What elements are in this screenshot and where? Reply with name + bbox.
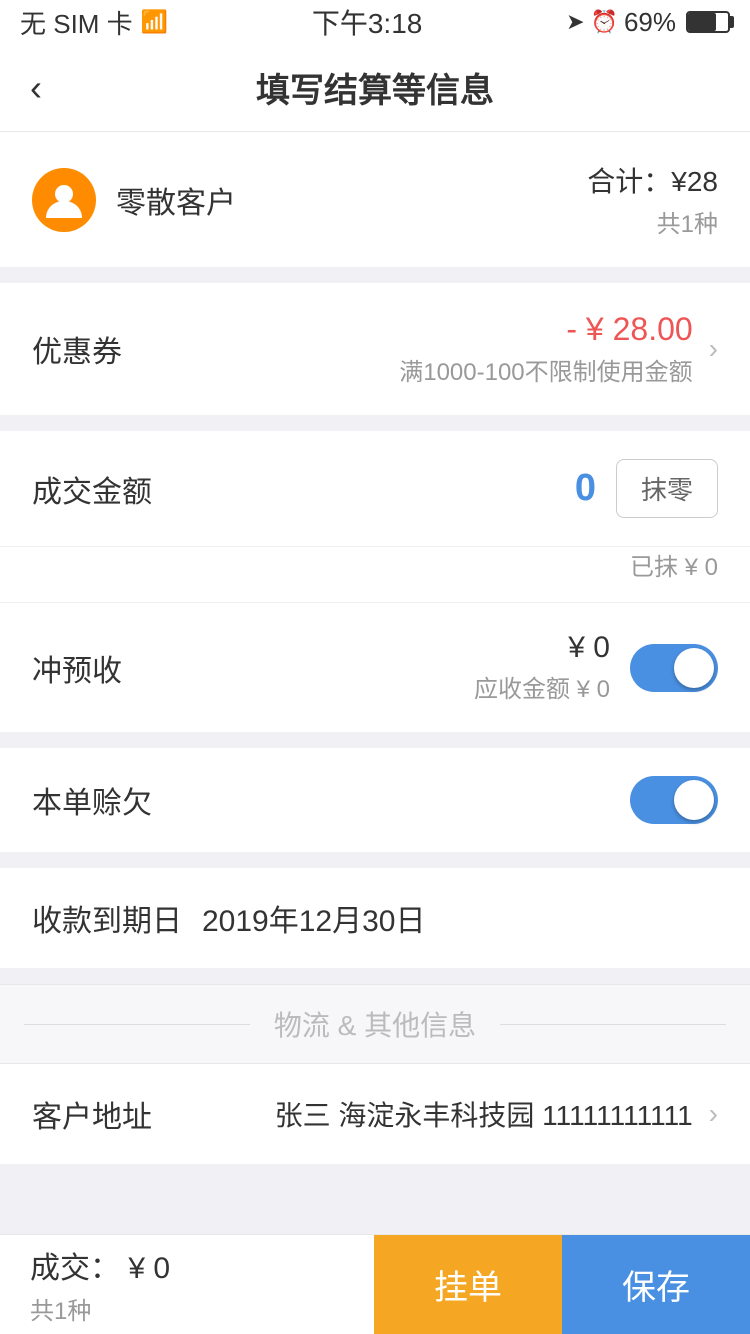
bottom-info: 成交： ¥ 0 共1种 bbox=[0, 1235, 374, 1334]
status-right: ➤ ⏰ 69% bbox=[566, 7, 730, 38]
bottom-bar: 成交： ¥ 0 共1种 挂单 保存 bbox=[0, 1234, 750, 1334]
page-title: 填写结算等信息 bbox=[256, 63, 494, 112]
advance-value-wrap: ¥ 0 应收金额 ¥ 0 bbox=[474, 631, 610, 704]
advance-row: 冲预收 ¥ 0 应收金额 ¥ 0 bbox=[0, 602, 750, 732]
due-date-label: 收款到期日 bbox=[32, 896, 182, 940]
due-date-section: 收款到期日 2019年12月30日 bbox=[0, 868, 750, 968]
status-left: 无 SIM 卡 📶 bbox=[20, 4, 168, 41]
debt-section: 本单赊欠 bbox=[0, 748, 750, 852]
hang-button[interactable]: 挂单 bbox=[374, 1235, 562, 1334]
customer-total: 合计：¥28 bbox=[587, 160, 718, 200]
battery-fill bbox=[688, 13, 716, 31]
round-button[interactable]: 抹零 bbox=[616, 459, 718, 518]
main-content: 零散客户 合计：¥28 共1种 优惠券 - ¥ 28.00 满1000-100不… bbox=[0, 132, 750, 1324]
coupon-card: 优惠券 - ¥ 28.00 满1000-100不限制使用金额 › bbox=[0, 283, 750, 415]
status-bar: 无 SIM 卡 📶 下午3:18 ➤ ⏰ 69% bbox=[0, 0, 750, 44]
battery-icon bbox=[686, 11, 730, 33]
coupon-label: 优惠券 bbox=[32, 327, 122, 371]
address-right: 张三 海淀永丰科技园 11111111111 › bbox=[152, 1094, 718, 1134]
wifi-icon: 📶 bbox=[141, 9, 168, 35]
alarm-icon: ⏰ bbox=[591, 9, 618, 35]
advance-right: ¥ 0 应收金额 ¥ 0 bbox=[474, 631, 718, 704]
gps-icon: ➤ bbox=[566, 9, 584, 35]
address-label: 客户地址 bbox=[32, 1092, 152, 1136]
deal-amount-label: 成交金额 bbox=[32, 467, 152, 511]
customer-name: 零散客户 bbox=[116, 178, 236, 222]
section-divider-text: 物流 & 其他信息 bbox=[274, 1004, 476, 1044]
customer-row: 零散客户 合计：¥28 共1种 bbox=[0, 132, 750, 267]
bottom-deal-value: ¥ 0 bbox=[128, 1252, 170, 1285]
deal-right: 0 抹零 bbox=[575, 459, 718, 518]
customer-left: 零散客户 bbox=[32, 168, 236, 232]
avatar bbox=[32, 168, 96, 232]
customer-total-wrap: 合计：¥28 共1种 bbox=[587, 160, 718, 239]
deal-section: 成交金额 0 抹零 已抹 ¥ 0 冲预收 ¥ 0 应收金额 ¥ 0 bbox=[0, 431, 750, 732]
deal-sub-row: 已抹 ¥ 0 bbox=[0, 547, 750, 602]
battery-percent: 69% bbox=[624, 7, 676, 38]
address-row[interactable]: 客户地址 张三 海淀永丰科技园 11111111111 › bbox=[0, 1064, 750, 1164]
debt-label: 本单赊欠 bbox=[32, 778, 152, 822]
address-section: 客户地址 张三 海淀永丰科技园 11111111111 › bbox=[0, 1064, 750, 1164]
address-chevron-icon: › bbox=[709, 1098, 718, 1130]
deal-rounded-text: 已抹 ¥ 0 bbox=[630, 554, 718, 581]
toggle-circle bbox=[674, 648, 714, 688]
carrier-label: 无 SIM 卡 bbox=[20, 4, 133, 41]
status-time: 下午3:18 bbox=[312, 2, 423, 42]
deal-amount-row: 成交金额 0 抹零 bbox=[0, 431, 750, 547]
customer-count: 共1种 bbox=[587, 204, 718, 239]
address-text: 张三 海淀永丰科技园 11111111111 bbox=[275, 1094, 693, 1134]
coupon-discount: - ¥ 28.00 bbox=[399, 311, 692, 348]
bottom-count: 共1种 bbox=[30, 1291, 344, 1326]
bottom-deal: 成交： ¥ 0 bbox=[30, 1243, 344, 1287]
section-divider: 物流 & 其他信息 bbox=[0, 984, 750, 1064]
coupon-value-wrap: - ¥ 28.00 满1000-100不限制使用金额 bbox=[399, 311, 692, 387]
customer-card: 零散客户 合计：¥28 共1种 bbox=[0, 132, 750, 267]
deal-amount-value: 0 bbox=[575, 467, 596, 510]
advance-sub: 应收金额 ¥ 0 bbox=[474, 669, 610, 704]
advance-value: ¥ 0 bbox=[474, 631, 610, 665]
due-date-row: 收款到期日 2019年12月30日 bbox=[32, 896, 718, 940]
coupon-right: - ¥ 28.00 满1000-100不限制使用金额 › bbox=[399, 311, 718, 387]
advance-label: 冲预收 bbox=[32, 646, 122, 690]
due-date-value: 2019年12月30日 bbox=[202, 896, 425, 940]
user-avatar-icon bbox=[42, 178, 86, 222]
coupon-row[interactable]: 优惠券 - ¥ 28.00 满1000-100不限制使用金额 › bbox=[0, 283, 750, 415]
coupon-chevron-icon: › bbox=[709, 333, 718, 365]
advance-toggle[interactable] bbox=[630, 644, 718, 692]
back-button[interactable]: ‹ bbox=[30, 67, 42, 109]
nav-bar: ‹ 填写结算等信息 bbox=[0, 44, 750, 132]
coupon-description: 满1000-100不限制使用金额 bbox=[399, 352, 692, 387]
debt-toggle-circle bbox=[674, 780, 714, 820]
bottom-deal-label: 成交： bbox=[30, 1252, 120, 1285]
debt-toggle[interactable] bbox=[630, 776, 718, 824]
save-button[interactable]: 保存 bbox=[562, 1235, 750, 1334]
